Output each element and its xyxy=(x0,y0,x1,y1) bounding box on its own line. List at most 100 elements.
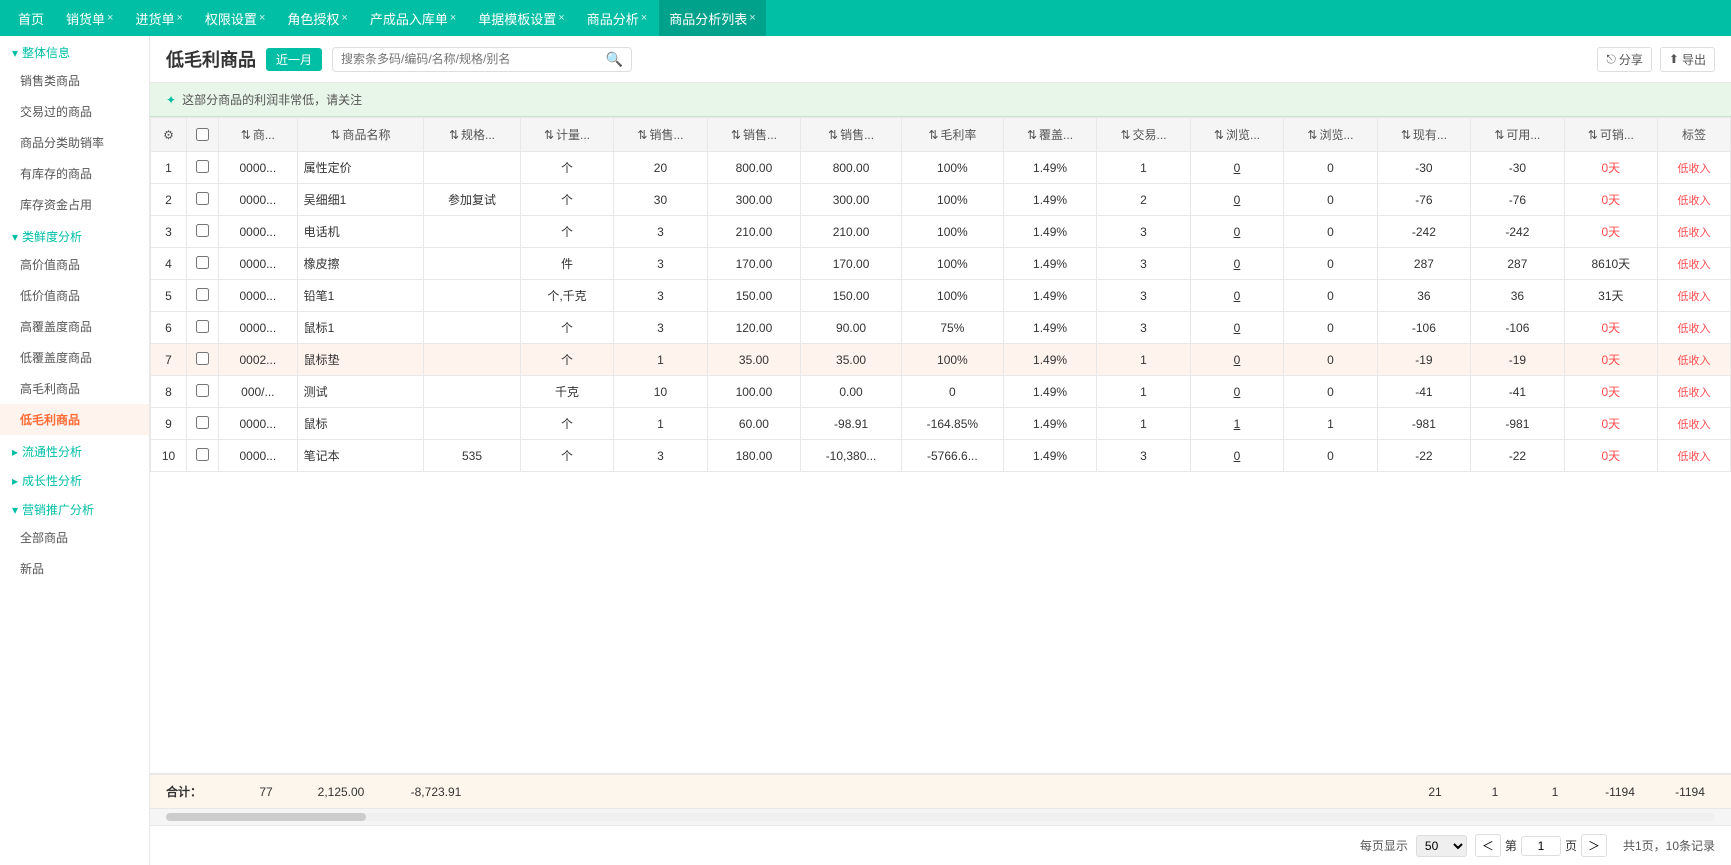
row-select-checkbox[interactable] xyxy=(196,224,209,237)
col-settings[interactable]: ⚙ xyxy=(151,118,187,152)
sort-icon-spec[interactable]: ⇅ xyxy=(449,128,459,142)
nav-sales-order[interactable]: 销货单 × xyxy=(56,0,123,36)
sort-icon-tr[interactable]: ⇅ xyxy=(1120,128,1130,142)
row-select-checkbox[interactable] xyxy=(196,192,209,205)
sidebar-item-all-goods[interactable]: 全部商品 xyxy=(0,522,149,553)
nav-close-permissions[interactable]: × xyxy=(259,12,265,24)
sort-icon-v1[interactable]: ⇅ xyxy=(1214,128,1224,142)
sidebar-item-new-goods[interactable]: 新品 xyxy=(0,553,149,584)
row-checkbox[interactable] xyxy=(187,184,219,216)
row-select-checkbox[interactable] xyxy=(196,256,209,269)
sort-icon-cur[interactable]: ⇅ xyxy=(1401,128,1411,142)
sort-icon-unit[interactable]: ⇅ xyxy=(544,128,554,142)
row-checkbox[interactable] xyxy=(187,344,219,376)
sidebar-group-marketing[interactable]: ▾ 营销推广分析 xyxy=(0,493,149,522)
sort-icon-cov[interactable]: ⇅ xyxy=(1027,128,1037,142)
row-view1[interactable]: 0 xyxy=(1190,312,1283,344)
sort-icon-sa[interactable]: ⇅ xyxy=(828,128,838,142)
table-container[interactable]: ⚙ ⇅商... ⇅商品名称 ⇅规格... xyxy=(150,117,1731,773)
view1-link[interactable]: 0 xyxy=(1234,353,1241,367)
row-select-checkbox[interactable] xyxy=(196,320,209,333)
row-name[interactable]: 鼠标 xyxy=(297,408,424,440)
row-name[interactable]: 属性定价 xyxy=(297,152,424,184)
row-select-checkbox[interactable] xyxy=(196,352,209,365)
sort-icon-v2[interactable]: ⇅ xyxy=(1307,128,1317,142)
row-checkbox[interactable] xyxy=(187,248,219,280)
row-name[interactable]: 鼠标1 xyxy=(297,312,424,344)
export-btn[interactable]: ⬆ 导出 xyxy=(1660,47,1715,72)
row-view1[interactable]: 0 xyxy=(1190,184,1283,216)
row-name[interactable]: 鼠标垫 xyxy=(297,344,424,376)
nav-product-stock[interactable]: 产成品入库单 × xyxy=(360,0,466,36)
view1-link[interactable]: 0 xyxy=(1234,193,1241,207)
nav-close-sales[interactable]: × xyxy=(107,12,113,24)
sidebar-group-growth[interactable]: ▸ 成长性分析 xyxy=(0,464,149,493)
sidebar-item-low-coverage[interactable]: 低覆盖度商品 xyxy=(0,342,149,373)
view1-link[interactable]: 0 xyxy=(1234,161,1241,175)
row-select-checkbox[interactable] xyxy=(196,416,209,429)
settings-icon[interactable]: ⚙ xyxy=(163,128,174,142)
sort-icon-gr[interactable]: ⇅ xyxy=(928,128,938,142)
nav-close-product[interactable]: × xyxy=(450,12,456,24)
sidebar-item-category-rate[interactable]: 商品分类助销率 xyxy=(0,127,149,158)
search-icon[interactable]: 🔍 xyxy=(606,51,623,68)
row-checkbox[interactable] xyxy=(187,216,219,248)
sidebar-item-sales-goods[interactable]: 销售类商品 xyxy=(0,65,149,96)
view1-link[interactable]: 0 xyxy=(1234,289,1241,303)
nav-role-auth[interactable]: 角色授权 × xyxy=(277,0,357,36)
row-checkbox[interactable] xyxy=(187,408,219,440)
row-checkbox[interactable] xyxy=(187,440,219,472)
sidebar-item-stock-capital[interactable]: 库存资金占用 xyxy=(0,189,149,220)
nav-permissions[interactable]: 权限设置 × xyxy=(195,0,275,36)
view1-link[interactable]: 0 xyxy=(1234,385,1241,399)
sidebar-item-high-value[interactable]: 高价值商品 xyxy=(0,249,149,280)
sidebar-group-circulation[interactable]: ▸ 流通性分析 xyxy=(0,435,149,464)
nav-goods-analysis[interactable]: 商品分析 × xyxy=(577,0,657,36)
nav-template-settings[interactable]: 单据模板设置 × xyxy=(468,0,574,36)
view1-link[interactable]: 0 xyxy=(1234,449,1241,463)
view1-link[interactable]: 0 xyxy=(1234,257,1241,271)
prev-page-btn[interactable]: ＜ xyxy=(1475,834,1501,857)
search-input[interactable] xyxy=(341,52,606,66)
view1-link[interactable]: 0 xyxy=(1234,321,1241,335)
nav-close-role[interactable]: × xyxy=(341,12,347,24)
sort-icon-sqty[interactable]: ⇅ xyxy=(637,128,647,142)
nav-home[interactable]: 首页 xyxy=(8,0,54,36)
sort-icon[interactable]: ⇅ xyxy=(241,128,251,142)
nav-close-goods-list[interactable]: × xyxy=(749,12,755,24)
row-checkbox[interactable] xyxy=(187,376,219,408)
next-page-btn[interactable]: ＞ xyxy=(1581,834,1607,857)
row-view1[interactable]: 0 xyxy=(1190,280,1283,312)
row-select-checkbox[interactable] xyxy=(196,448,209,461)
row-checkbox[interactable] xyxy=(187,152,219,184)
sidebar-group-overall[interactable]: ▾ 整体信息 xyxy=(0,36,149,65)
page-size-select[interactable]: 50 100 200 xyxy=(1416,835,1467,857)
col-checkbox[interactable] xyxy=(187,118,219,152)
sort-icon-sp[interactable]: ⇅ xyxy=(731,128,741,142)
date-filter-btn[interactable]: 近一月 xyxy=(266,48,322,71)
nav-purchase-order[interactable]: 进货单 × xyxy=(125,0,192,36)
sort-icon-name[interactable]: ⇅ xyxy=(330,128,340,142)
view1-link[interactable]: 0 xyxy=(1234,225,1241,239)
row-checkbox[interactable] xyxy=(187,312,219,344)
select-all-checkbox[interactable] xyxy=(196,128,209,141)
nav-close-template[interactable]: × xyxy=(558,12,564,24)
sidebar-group-freshness[interactable]: ▾ 类鲜度分析 xyxy=(0,220,149,249)
row-view1[interactable]: 1 xyxy=(1190,408,1283,440)
row-view1[interactable]: 0 xyxy=(1190,440,1283,472)
row-view1[interactable]: 0 xyxy=(1190,216,1283,248)
sidebar-item-stock-goods[interactable]: 有库存的商品 xyxy=(0,158,149,189)
nav-close-purchase[interactable]: × xyxy=(176,12,182,24)
sidebar-item-high-profit[interactable]: 高毛利商品 xyxy=(0,373,149,404)
row-name[interactable]: 吴细细1 xyxy=(297,184,424,216)
sort-icon-avail[interactable]: ⇅ xyxy=(1494,128,1504,142)
sidebar-item-low-value[interactable]: 低价值商品 xyxy=(0,280,149,311)
sort-icon-sale[interactable]: ⇅ xyxy=(1588,128,1598,142)
sidebar-item-high-coverage[interactable]: 高覆盖度商品 xyxy=(0,311,149,342)
horizontal-scrollbar[interactable] xyxy=(166,813,1715,821)
share-btn[interactable]: ⎋ 分享 xyxy=(1597,47,1652,72)
row-name[interactable]: 笔记本 xyxy=(297,440,424,472)
sidebar-item-traded-goods[interactable]: 交易过的商品 xyxy=(0,96,149,127)
sidebar-item-low-profit[interactable]: 低毛利商品 xyxy=(0,404,149,435)
page-num-input[interactable] xyxy=(1521,836,1561,856)
